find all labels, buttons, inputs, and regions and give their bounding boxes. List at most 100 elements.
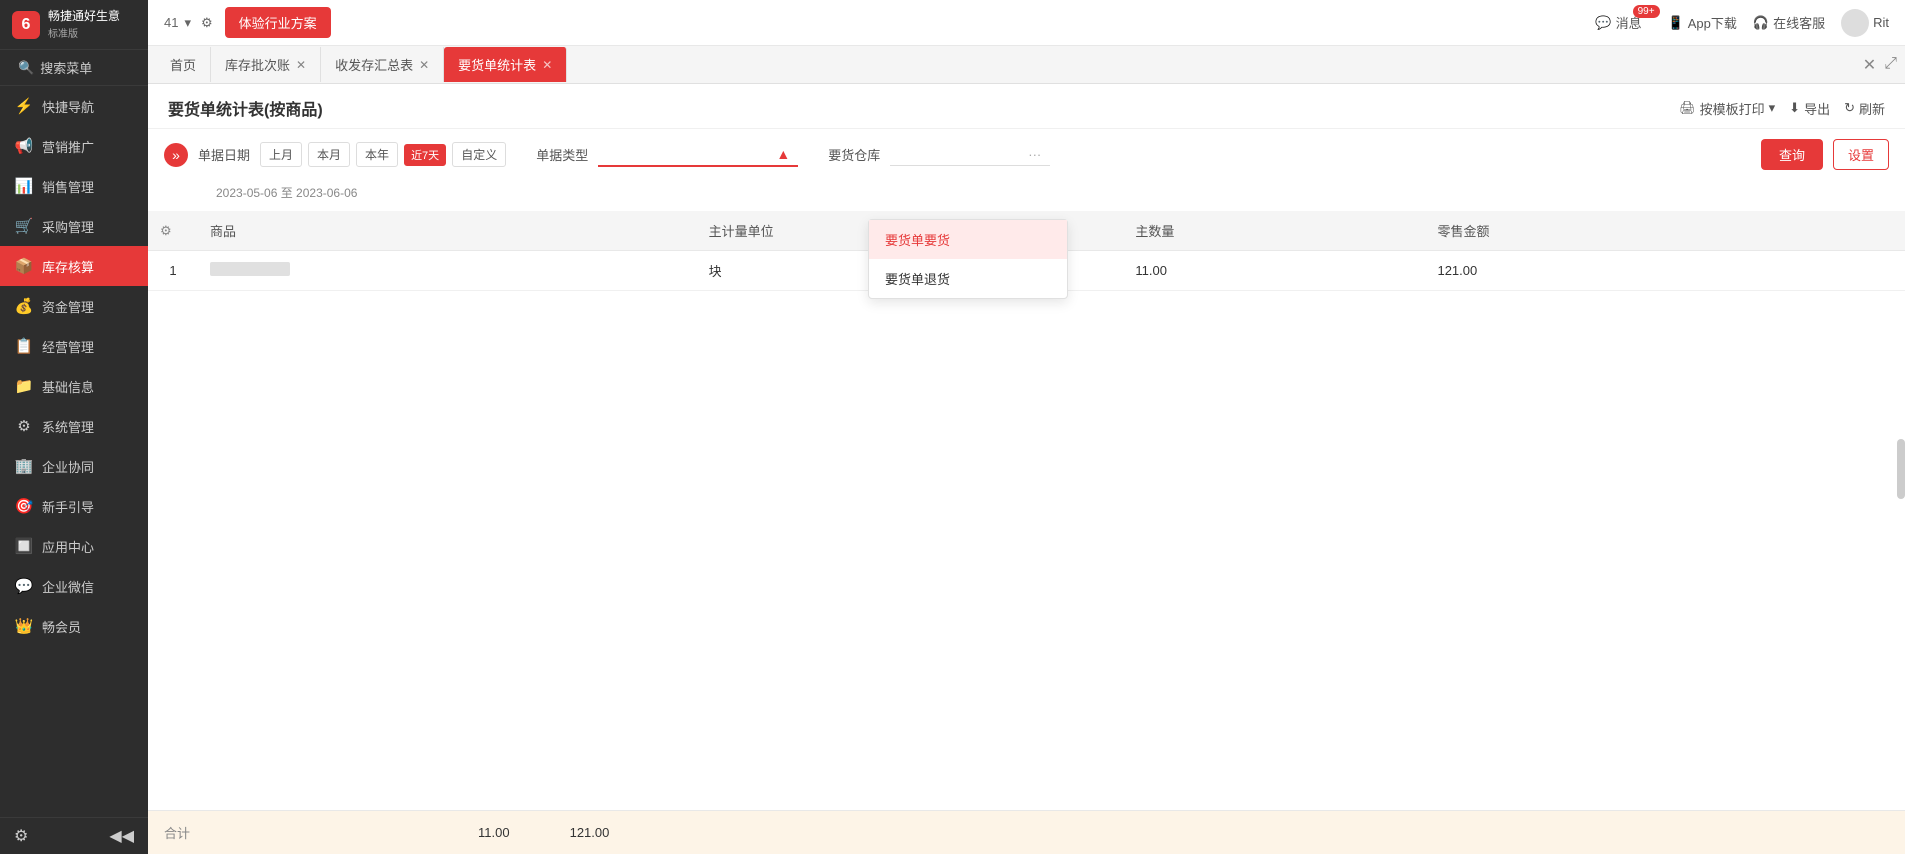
app-download-button[interactable]: 📱 App下载 [1668,13,1737,32]
sidebar-item-basic-info[interactable]: 📁 基础信息 [0,366,148,406]
chevron-up-icon[interactable]: ▲ [776,146,790,162]
app-center-icon: 🔲 [14,536,34,556]
app-name: 畅捷通好生意 [48,9,120,25]
type-select[interactable]: ▲ [598,143,798,167]
sidebar-item-label: 畅会员 [42,617,81,636]
page-header-actions: 🖨 按模板打印 ▾ ⬇ 导出 ↻ 刷新 [1679,99,1885,118]
collapse-icon[interactable]: ◀◀ [109,826,134,846]
sidebar-item-vip[interactable]: 👑 畅会员 [0,606,148,646]
sidebar-item-operations[interactable]: 📋 经营管理 [0,326,148,366]
sidebar-item-label: 基础信息 [42,377,94,396]
row-quantity: 11.00 [1123,251,1425,291]
settings-button[interactable]: 设置 [1833,139,1889,170]
topbar: 41 ▾ ⚙ 体验行业方案 💬 消息 99+ 📱 App下载 🎧 在线客服 [148,0,1905,46]
settings-icon[interactable]: ⚙ [14,826,28,846]
date-btn-custom[interactable]: 自定义 [452,142,506,167]
promo-button[interactable]: 体验行业方案 [225,7,331,38]
sidebar-item-label: 资金管理 [42,297,94,316]
inventory-icon: 📦 [14,256,34,276]
warehouse-select[interactable]: ··· [890,144,1050,166]
sidebar-item-enterprise[interactable]: 🏢 企业协同 [0,446,148,486]
type-input[interactable] [606,146,776,161]
date-btn-this-year[interactable]: 本年 [356,142,398,167]
vip-icon: 👑 [14,616,34,636]
refresh-button[interactable]: ↻ 刷新 [1844,99,1885,118]
tab-inventory-batch-close[interactable]: ✕ [296,58,306,72]
sidebar-item-system[interactable]: ⚙ 系统管理 [0,406,148,446]
wechat-icon: 💬 [14,576,34,596]
sidebar-item-finance[interactable]: 💰 资金管理 [0,286,148,326]
sidebar-item-label: 销售管理 [42,177,94,196]
sidebar-bottom: ⚙ ◀◀ [0,817,148,854]
system-icon: ⚙ [14,416,34,436]
warehouse-label: 要货仓库 [828,145,880,164]
print-icon: 🖨 [1679,100,1696,116]
right-scroll-handle[interactable] [1897,439,1905,499]
date-btn-prev-month[interactable]: 上月 [260,142,302,167]
chevron-down-icon: ▾ [184,15,191,31]
col-extra [1790,211,1905,251]
date-label: 单据日期 [198,145,250,164]
maximize-icon[interactable]: ⤢ [1884,55,1897,75]
filter-row: » 单据日期 上月 本月 本年 近7天 自定义 单据类型 ▲ 要货仓库 [164,139,1889,180]
sidebar-item-newbie[interactable]: 🎯 新手引导 [0,486,148,526]
minimize-icon[interactable]: ✕ [1863,55,1876,75]
col-amount: 零售金额 [1425,211,1789,251]
sidebar-item-quick-nav[interactable]: ⚡ 快捷导航 [0,86,148,126]
content-area: 要货单统计表(按商品) 🖨 按模板打印 ▾ ⬇ 导出 ↻ 刷新 [148,84,1905,854]
gear-icon[interactable]: ⚙ [201,15,213,31]
sidebar-nav: ⚡ 快捷导航 📢 营销推广 📊 销售管理 🛒 采购管理 📦 库存核算 💰 资金管… [0,86,148,817]
tab-order-stats-close[interactable]: ✕ [542,58,552,72]
tabs-window-btns: ✕ ⤢ [1863,55,1897,75]
sidebar-item-inventory[interactable]: 📦 库存核算 [0,246,148,286]
date-btn-this-month[interactable]: 本月 [308,142,350,167]
finance-icon: 💰 [14,296,34,316]
messages-button[interactable]: 💬 消息 99+ [1595,13,1651,32]
workspace-selector[interactable]: 41 ▾ ⚙ [164,15,213,31]
table-settings-icon[interactable]: ⚙ [160,223,172,238]
print-button[interactable]: 🖨 按模板打印 ▾ [1679,99,1775,118]
warehouse-input[interactable] [898,147,1028,162]
logo-icon: 6 [12,11,40,39]
tab-order-stats-label: 要货单统计表 [458,55,536,74]
sidebar-item-label: 快捷导航 [42,97,94,116]
sidebar-item-label: 营销推广 [42,137,94,156]
dropdown-item-order-return[interactable]: 要货单退货 [869,259,1067,298]
col-settings: ⚙ [148,211,198,251]
query-button[interactable]: 查询 [1761,139,1823,170]
type-dropdown: 要货单要货 要货单退货 [868,219,1068,299]
tab-home[interactable]: 首页 [156,47,211,82]
tab-receive-summary-close[interactable]: ✕ [419,58,429,72]
export-icon: ⬇ [1789,100,1800,116]
tab-receive-summary[interactable]: 收发存汇总表 ✕ [321,47,444,82]
more-icon[interactable]: ··· [1028,147,1041,162]
sidebar-item-sales[interactable]: 📊 销售管理 [0,166,148,206]
page-header: 要货单统计表(按商品) 🖨 按模板打印 ▾ ⬇ 导出 ↻ 刷新 [148,84,1905,129]
dropdown-item-order-order[interactable]: 要货单要货 [869,220,1067,259]
search-menu[interactable]: 🔍 搜索菜单 [0,50,148,86]
filter-expand-btn[interactable]: » [164,143,188,167]
sidebar-item-label: 库存核算 [42,257,94,276]
col-quantity: 主数量 [1123,211,1425,251]
sidebar-item-wechat[interactable]: 💬 企业微信 [0,566,148,606]
table-footer: 合计 11.00 121.00 [148,810,1905,854]
sidebar-item-purchase[interactable]: 🛒 采购管理 [0,206,148,246]
sidebar-item-marketing[interactable]: 📢 营销推广 [0,126,148,166]
date-btn-last-7[interactable]: 近7天 [404,144,446,166]
message-icon: 💬 [1595,15,1611,31]
product-placeholder [210,262,290,276]
row-product [198,251,697,291]
online-service-button[interactable]: 🎧 在线客服 [1753,13,1825,32]
user-profile[interactable]: Rit [1841,9,1889,37]
tab-order-stats[interactable]: 要货单统计表 ✕ [444,47,567,82]
tab-home-label: 首页 [170,55,196,74]
newbie-icon: 🎯 [14,496,34,516]
messages-badge: 99+ [1633,5,1660,18]
sidebar-item-app-center[interactable]: 🔲 应用中心 [0,526,148,566]
export-button[interactable]: ⬇ 导出 [1789,99,1830,118]
username: Rit [1873,15,1889,30]
tab-receive-summary-label: 收发存汇总表 [335,55,413,74]
tab-inventory-batch[interactable]: 库存批次账 ✕ [211,47,321,82]
headset-icon: 🎧 [1753,15,1769,31]
col-product: 商品 [198,211,697,251]
